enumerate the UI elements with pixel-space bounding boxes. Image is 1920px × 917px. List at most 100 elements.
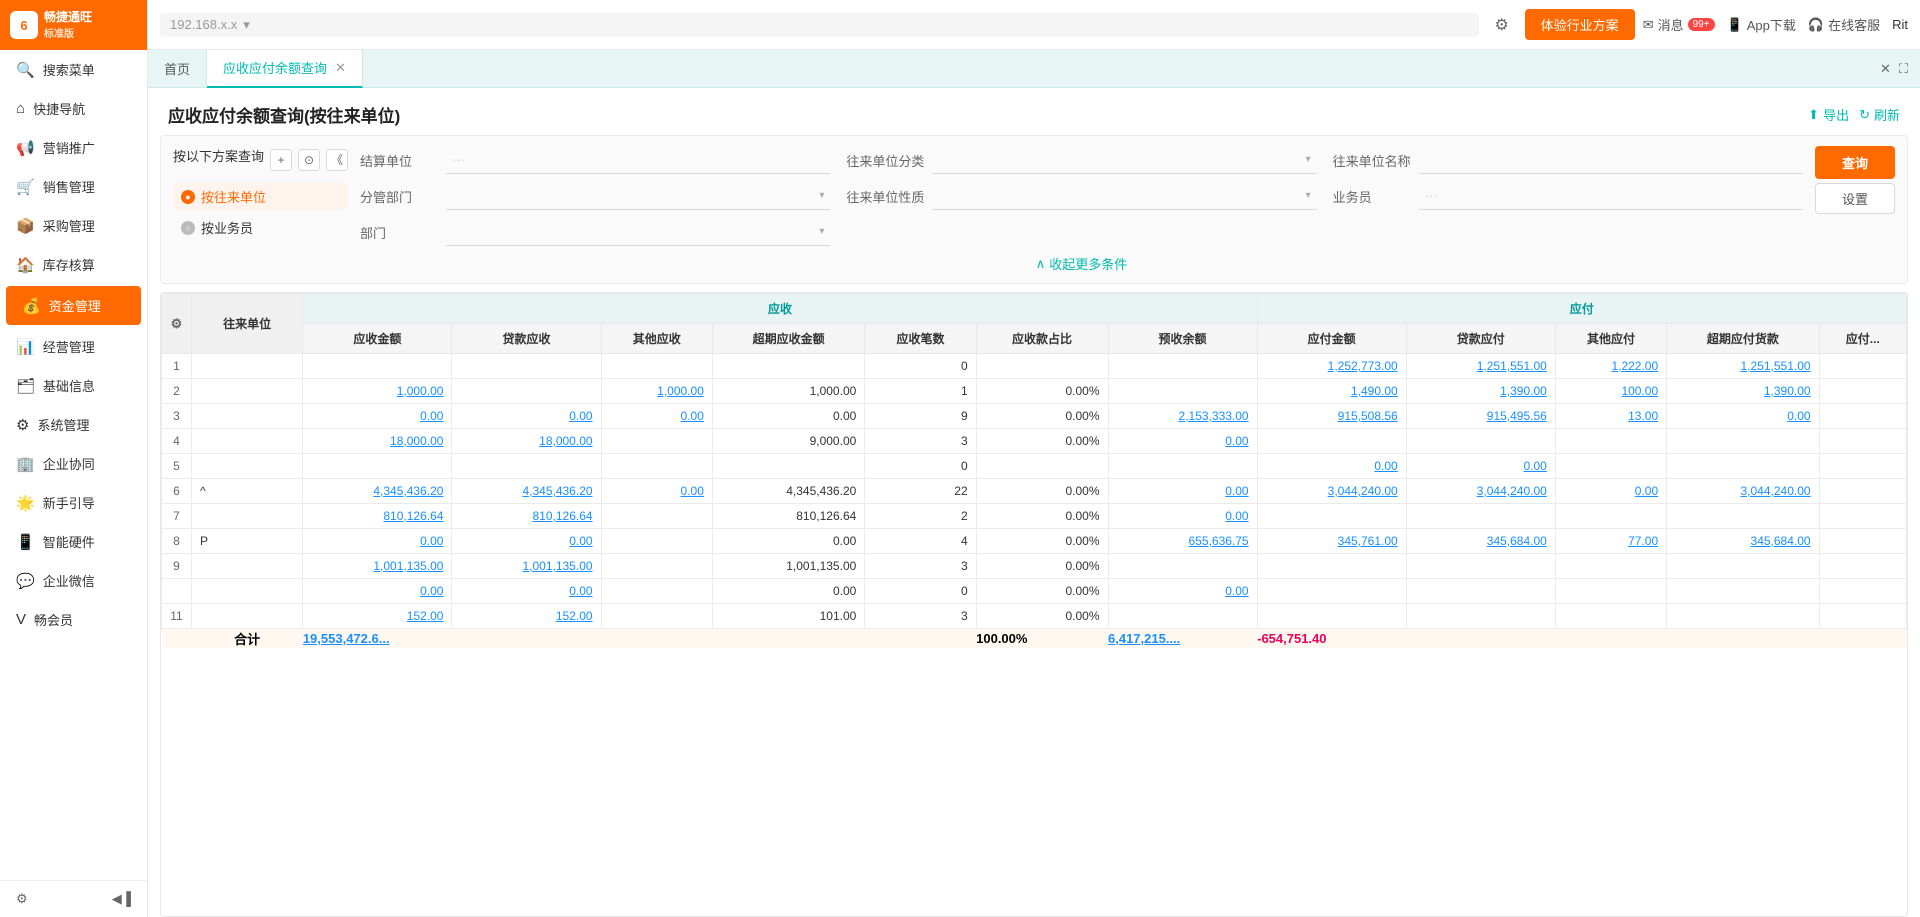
sidebar-item-search[interactable]: 🔍 搜索菜单: [0, 50, 147, 89]
footer-ar-prepay[interactable]: 6,417,215....: [1108, 629, 1257, 649]
cell-ar-amount[interactable]: 152.00: [303, 604, 452, 629]
cell-ar-amount[interactable]: 0.00: [303, 529, 452, 554]
online-service-label: 在线客服: [1828, 15, 1880, 34]
tabs-close-icon[interactable]: ✕: [1880, 61, 1891, 77]
scheme-dot-1: ○: [181, 221, 195, 235]
field-input-settlement[interactable]: ···: [446, 146, 830, 174]
sidebar-item-wechat[interactable]: 💬 企业微信: [0, 561, 147, 600]
cell-ap-loan[interactable]: 345,684.00: [1406, 529, 1555, 554]
cell-ap-loan[interactable]: 915,495.56: [1406, 404, 1555, 429]
refresh-button[interactable]: ↻ 刷新: [1859, 105, 1900, 124]
query-button[interactable]: 查询: [1815, 146, 1895, 179]
cell-ap-loan[interactable]: 3,044,240.00: [1406, 479, 1555, 504]
sidebar-item-newbie[interactable]: 🌟 新手引导: [0, 483, 147, 522]
cell-ar-prepay[interactable]: 0.00: [1108, 579, 1257, 604]
cell-ar-amount[interactable]: 18,000.00: [303, 429, 452, 454]
cell-ar-prepay[interactable]: 655,636.75: [1108, 529, 1257, 554]
cell-ap-overdue[interactable]: 1,251,551.00: [1667, 354, 1819, 379]
cell-ar-other[interactable]: 0.00: [601, 479, 712, 504]
footer-ar-amount[interactable]: 19,553,472.6...: [303, 629, 452, 649]
cell-ar-loan[interactable]: 4,345,436.20: [452, 479, 601, 504]
main-area: 192.168.x.x ▾ ⚙ 体验行业方案 ✉ 消息 99+ 📱 App下载 …: [148, 0, 1920, 917]
cell-ap-other[interactable]: 100.00: [1555, 379, 1666, 404]
field-input-dept[interactable]: ▾: [446, 218, 830, 246]
sidebar-item-sales[interactable]: 🛒 销售管理: [0, 167, 147, 206]
cell-ap-overdue[interactable]: 1,390.00: [1667, 379, 1819, 404]
sidebar-item-purchase[interactable]: 📦 采购管理: [0, 206, 147, 245]
cell-ar-amount[interactable]: 810,126.64: [303, 504, 452, 529]
address-chevron-icon[interactable]: ▾: [243, 17, 250, 33]
cell-ap-amount[interactable]: 3,044,240.00: [1257, 479, 1406, 504]
cell-ap-other[interactable]: 77.00: [1555, 529, 1666, 554]
online-service-button[interactable]: 🎧 在线客服: [1808, 15, 1880, 34]
cell-ap-other[interactable]: 1,222.00: [1555, 354, 1666, 379]
cell-ar-loan[interactable]: 0.00: [452, 579, 601, 604]
cell-ap-overdue[interactable]: 345,684.00: [1667, 529, 1819, 554]
filter-add-icon[interactable]: +: [270, 149, 292, 171]
table-settings-icon[interactable]: ⚙: [171, 316, 183, 331]
sidebar-item-inventory[interactable]: 🏠 库存核算: [0, 245, 147, 284]
col-settings-icon[interactable]: ⚙: [162, 294, 192, 354]
cell-ap-other[interactable]: 13.00: [1555, 404, 1666, 429]
cell-ar-loan[interactable]: 18,000.00: [452, 429, 601, 454]
tab-ar-ap[interactable]: 应收应付余额查询✕: [207, 50, 363, 88]
field-input-branch[interactable]: ▾: [446, 182, 830, 210]
cell-ar-amount[interactable]: 0.00: [303, 404, 452, 429]
sidebar-item-hardware[interactable]: 📱 智能硬件: [0, 522, 147, 561]
sidebar-item-marketing[interactable]: 📢 营销推广: [0, 128, 147, 167]
app-download-button[interactable]: 📱 App下载: [1727, 15, 1796, 34]
cell-ap-amount[interactable]: 0.00: [1257, 454, 1406, 479]
field-input-sales[interactable]: ···: [1419, 182, 1803, 210]
sidebar-item-finance[interactable]: 💰 资金管理: [6, 286, 141, 325]
cell-ar-amount[interactable]: 1,000.00: [303, 379, 452, 404]
cell-ar-loan[interactable]: 0.00: [452, 529, 601, 554]
filter-expand-icon[interactable]: 《: [326, 149, 348, 171]
cell-ar-prepay[interactable]: 0.00: [1108, 479, 1257, 504]
cell-ap-loan[interactable]: 1,251,551.00: [1406, 354, 1555, 379]
field-input-partner-name[interactable]: [1419, 146, 1803, 174]
cell-ar-prepay[interactable]: 0.00: [1108, 504, 1257, 529]
tab-close-ar-ap[interactable]: ✕: [335, 60, 346, 76]
sidebar-settings-icon[interactable]: ⚙: [16, 891, 28, 907]
sidebar-item-operations[interactable]: 📊 经营管理: [0, 327, 147, 366]
scheme-item-0[interactable]: ● 按往来单位: [173, 183, 348, 210]
notification-button[interactable]: ✉ 消息 99+: [1643, 15, 1715, 34]
cell-ar-amount[interactable]: 0.00: [303, 579, 452, 604]
cell-ar-loan[interactable]: 0.00: [452, 404, 601, 429]
cell-ar-prepay[interactable]: 2,153,333.00: [1108, 404, 1257, 429]
cell-ar-other[interactable]: 0.00: [601, 404, 712, 429]
cell-ap-loan[interactable]: 1,390.00: [1406, 379, 1555, 404]
collapse-button[interactable]: ∧ 收起更多条件: [360, 254, 1803, 273]
cell-ap-other[interactable]: 0.00: [1555, 479, 1666, 504]
cell-ar-loan[interactable]: 810,126.64: [452, 504, 601, 529]
cell-ap-loan[interactable]: 0.00: [1406, 454, 1555, 479]
tabs-fullscreen-icon[interactable]: ⛶: [1899, 61, 1908, 77]
cell-ar-amount[interactable]: 1,001,135.00: [303, 554, 452, 579]
export-button[interactable]: ⬆ 导出: [1808, 105, 1849, 124]
cell-ap-amount[interactable]: 1,252,773.00: [1257, 354, 1406, 379]
sidebar-item-vip[interactable]: V 畅会员: [0, 600, 147, 639]
sidebar-collapse-icon[interactable]: ◀▐: [112, 891, 131, 907]
trial-button[interactable]: 体验行业方案: [1525, 9, 1635, 40]
cell-ar-loan[interactable]: 1,001,135.00: [452, 554, 601, 579]
sidebar-item-base[interactable]: 🗂 基础信息: [0, 366, 147, 405]
cell-ar-amount[interactable]: 4,345,436.20: [303, 479, 452, 504]
sidebar-item-nav[interactable]: ⌂ 快捷导航: [0, 89, 147, 128]
topbar-gear-icon[interactable]: ⚙: [1487, 10, 1517, 40]
cell-ap-amount[interactable]: 915,508.56: [1257, 404, 1406, 429]
cell-ar-other[interactable]: 1,000.00: [601, 379, 712, 404]
sidebar-item-system[interactable]: ⚙ 系统管理: [0, 405, 147, 444]
sidebar-item-corp[interactable]: 🏢 企业协同: [0, 444, 147, 483]
cell-ap-amount[interactable]: 1,490.00: [1257, 379, 1406, 404]
cell-ap-overdue[interactable]: 3,044,240.00: [1667, 479, 1819, 504]
field-input-partner-cat[interactable]: ▾: [932, 146, 1316, 174]
cell-ar-loan[interactable]: 152.00: [452, 604, 601, 629]
scheme-item-1[interactable]: ○ 按业务员: [173, 214, 348, 241]
cell-ap-amount[interactable]: 345,761.00: [1257, 529, 1406, 554]
filter-target-icon[interactable]: ⊙: [298, 149, 320, 171]
cell-ar-prepay[interactable]: 0.00: [1108, 429, 1257, 454]
tab-home[interactable]: 首页: [148, 50, 207, 88]
cell-ap-overdue[interactable]: 0.00: [1667, 404, 1819, 429]
field-input-nature[interactable]: ▾: [932, 182, 1316, 210]
settings-button[interactable]: 设置: [1815, 183, 1895, 214]
